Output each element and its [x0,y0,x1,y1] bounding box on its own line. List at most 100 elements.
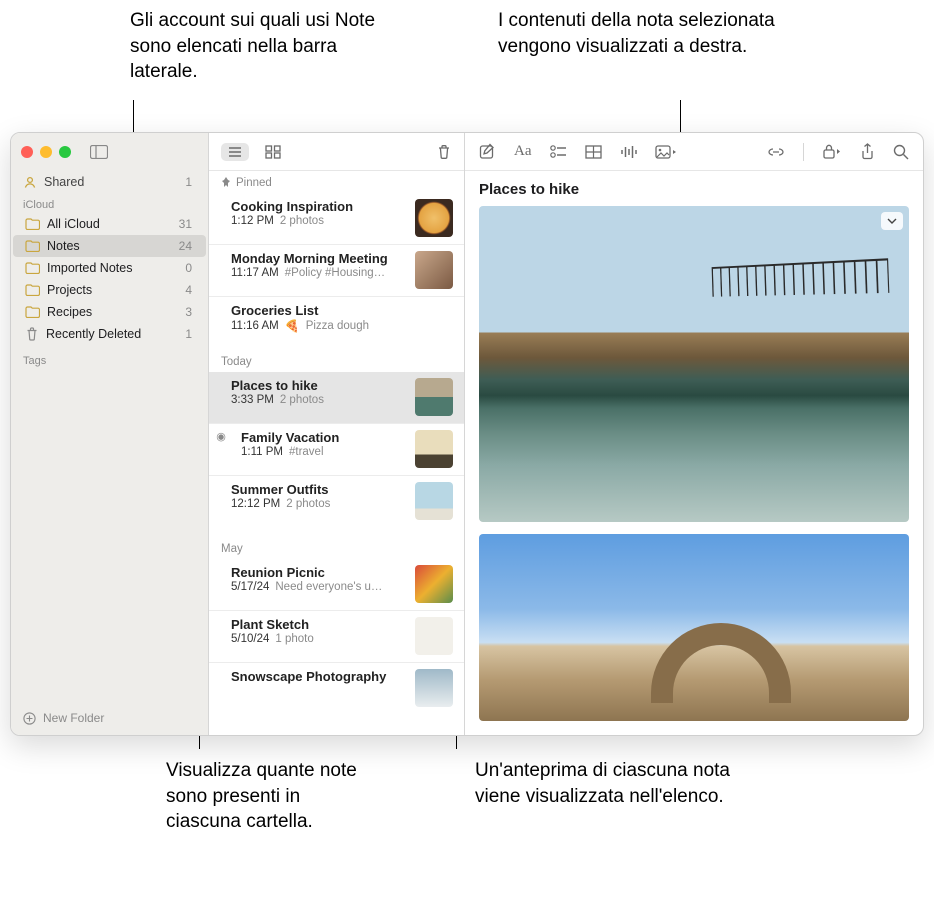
note-title: Cooking Inspiration [231,199,405,214]
sidebar-folder-notes[interactable]: Notes 24 [13,235,206,257]
note-time: 1:12 PM [231,215,274,227]
note-detail-body[interactable] [465,206,923,735]
toolbar-separator [803,143,804,161]
attachment-expand-button[interactable] [881,212,903,230]
note-time: 11:16 AM [231,320,279,332]
note-item-family-vacation[interactable]: ◉ Family Vacation 1:11 PM #travel [209,424,464,476]
lock-button[interactable] [822,144,842,159]
note-time: 5/10/24 [231,633,269,645]
note-subtitle: 2 photos [286,498,330,510]
notelist-toolbar [209,133,464,171]
section-pinned-label: Pinned [236,177,272,189]
view-list-button[interactable] [221,143,249,161]
note-subtitle: Need everyone's u… [275,581,382,593]
pizza-emoji-icon: 🍕 [285,319,300,333]
note-title: Summer Outfits [231,482,405,497]
sidebar-folder-projects[interactable]: Projects 4 [13,279,206,301]
section-today-label: Today [221,356,252,368]
link-button[interactable] [767,145,785,159]
format-button[interactable]: Aa [514,143,532,160]
sidebar-shared-count: 1 [185,175,196,189]
note-subtitle: 1 photo [275,633,313,645]
section-may: May [209,537,464,559]
traffic-lights[interactable] [21,146,71,158]
sidebar-folder-imported[interactable]: Imported Notes 0 [13,257,206,279]
shared-badge-icon: ◉ [215,430,227,468]
section-may-label: May [221,543,243,555]
note-title: Places to hike [231,378,405,393]
trash-icon [25,327,39,341]
table-button[interactable] [585,145,602,159]
search-button[interactable] [893,144,909,160]
folder-name: All iCloud [47,217,100,231]
folder-count: 4 [185,283,196,297]
note-time: 3:33 PM [231,394,274,406]
note-item-groceries[interactable]: Groceries List 11:16 AM 🍕 Pizza dough [209,297,464,340]
note-title: Plant Sketch [231,617,405,632]
notes-window: Shared 1 iCloud All iCloud 31 Notes 24 I… [10,132,924,736]
note-subtitle: 2 photos [280,215,324,227]
callout-counts: Visualizza quante note sono presenti in … [166,758,376,835]
minimize-window-button[interactable] [40,146,52,158]
sidebar-folder-all-icloud[interactable]: All iCloud 31 [13,213,206,235]
media-button[interactable] [655,145,677,159]
note-item-meeting[interactable]: Monday Morning Meeting 11:17 AM#Policy #… [209,245,464,297]
folder-icon [25,262,40,274]
audio-button[interactable] [620,145,637,159]
folder-name: Recipes [47,305,92,319]
callout-detail: I contenuti della nota selezionata vengo… [498,8,778,59]
note-attachment-photo-1[interactable] [479,206,909,522]
toggle-sidebar-icon[interactable] [90,145,108,159]
note-item-places-to-hike[interactable]: Places to hike 3:33 PM 2 photos [209,372,464,424]
note-attachment-photo-2[interactable] [479,534,909,721]
window-controls [11,133,208,171]
delete-note-button[interactable] [436,144,452,160]
chevron-down-icon [887,217,897,225]
folder-name: Recently Deleted [46,327,141,341]
folder-count: 1 [185,327,196,341]
note-item-snowscape[interactable]: Snowscape Photography [209,663,464,714]
callout-accounts: Gli account sui quali usi Note sono elen… [130,8,400,85]
folder-icon [25,218,40,230]
folder-icon [25,284,40,296]
note-item-reunion-picnic[interactable]: Reunion Picnic 5/17/24Need everyone's u… [209,559,464,611]
sidebar-shared[interactable]: Shared 1 [11,171,208,195]
note-item-summer-outfits[interactable]: Summer Outfits 12:12 PM 2 photos [209,476,464,527]
note-title: Groceries List [231,303,453,318]
note-item-cooking[interactable]: Cooking Inspiration 1:12 PM 2 photos [209,193,464,245]
new-folder-button[interactable]: New Folder [11,701,208,735]
share-button[interactable] [860,143,875,160]
note-subtitle: Pizza dough [306,320,369,332]
view-grid-button[interactable] [265,145,281,159]
folder-name: Imported Notes [47,261,132,275]
note-thumbnail [415,378,453,416]
sidebar-folder-recently-deleted[interactable]: Recently Deleted 1 [13,323,206,345]
note-time: 1:11 PM [241,446,283,458]
note-title: Family Vacation [241,430,405,445]
note-item-plant-sketch[interactable]: Plant Sketch 5/10/24 1 photo [209,611,464,663]
photo-detail-fence [711,258,888,297]
folder-count: 0 [185,261,196,275]
note-subtitle: #travel [289,446,324,458]
sidebar-folder-recipes[interactable]: Recipes 3 [13,301,206,323]
note-time: 5/17/24 [231,581,269,593]
folder-icon [25,240,40,252]
note-time: 12:12 PM [231,498,280,510]
close-window-button[interactable] [21,146,33,158]
note-thumbnail [415,251,453,289]
photo-detail-arch [651,623,791,703]
folder-icon [25,306,40,318]
note-subtitle: 2 photos [280,394,324,406]
note-thumbnail [415,430,453,468]
zoom-window-button[interactable] [59,146,71,158]
note-thumbnail [415,199,453,237]
shared-icon [23,175,37,189]
sidebar-account-label: iCloud [11,195,208,213]
section-today: Today [209,350,464,372]
note-thumbnail [415,669,453,707]
pin-icon [221,177,231,189]
folder-count: 24 [179,239,196,253]
compose-button[interactable] [479,143,496,160]
checklist-button[interactable] [550,145,567,159]
folder-name: Notes [47,239,80,253]
